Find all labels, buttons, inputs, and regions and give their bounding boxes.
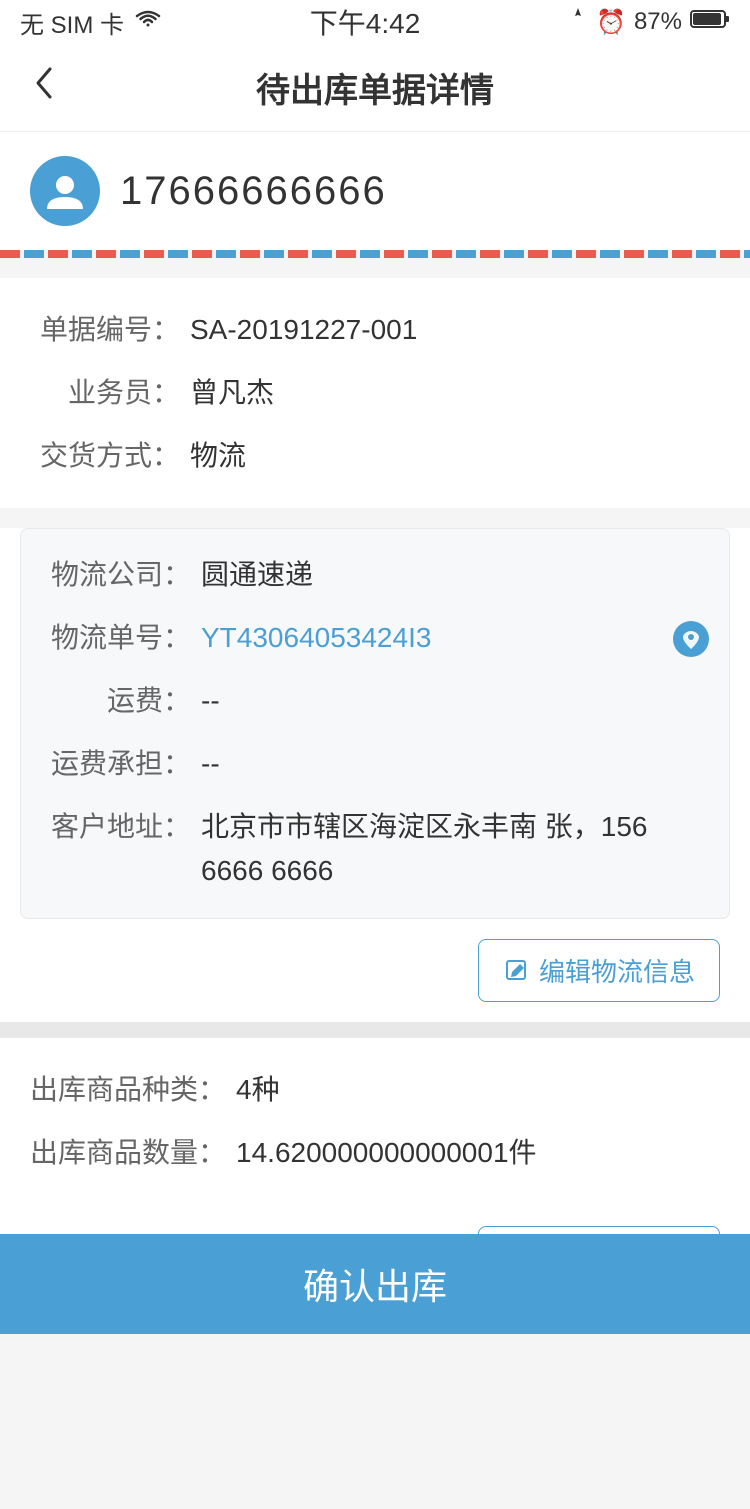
edit-logistics-label: 编辑物流信息 bbox=[539, 952, 695, 989]
salesperson-label: 业务员： bbox=[30, 371, 190, 416]
goods-types-value: 4种 bbox=[236, 1068, 720, 1113]
page-title: 待出库单据详情 bbox=[256, 63, 494, 112]
sim-status: 无 SIM 卡 bbox=[20, 5, 124, 40]
goods-types-row: 出库商品种类： 4种 bbox=[30, 1068, 720, 1113]
goods-section: 出库商品种类： 4种 出库商品数量： 14.620000000000001件 bbox=[0, 1038, 750, 1206]
logistics-card: 物流公司： 圆通速递 物流单号： YT43064053424I3 运费： -- bbox=[20, 528, 730, 919]
goods-quantity-value: 14.620000000000001件 bbox=[236, 1131, 720, 1176]
confirm-button[interactable]: 确认出库 bbox=[0, 1234, 750, 1334]
delivery-method-row: 交货方式： 物流 bbox=[30, 434, 720, 479]
logistics-company-label: 物流公司： bbox=[41, 553, 201, 598]
document-number-value: SA-20191227-001 bbox=[190, 308, 720, 353]
address-label: 客户地址： bbox=[41, 805, 201, 850]
tracking-value-container: YT43064053424I3 bbox=[201, 616, 709, 661]
dashed-divider bbox=[0, 250, 750, 258]
avatar bbox=[30, 156, 100, 226]
empty-space bbox=[0, 1309, 750, 1509]
edit-btn-row: 编辑物流信息 bbox=[0, 919, 750, 1022]
freight-row: 运费： -- bbox=[41, 679, 709, 724]
customer-header: 17666666666 bbox=[0, 132, 750, 250]
basic-info-section: 单据编号： SA-20191227-001 业务员： 曾凡杰 交货方式： 物流 bbox=[0, 278, 750, 508]
goods-types-label: 出库商品种类： bbox=[30, 1068, 236, 1113]
logistics-company-row: 物流公司： 圆通速递 bbox=[41, 553, 709, 598]
status-right: ⏰ 87% bbox=[568, 8, 730, 37]
section-divider bbox=[0, 1022, 750, 1038]
salesperson-row: 业务员： 曾凡杰 bbox=[30, 371, 720, 416]
tracking-value: YT43064053424I3 bbox=[201, 616, 663, 661]
freight-bearer-label: 运费承担： bbox=[41, 742, 201, 787]
freight-bearer-value: -- bbox=[201, 742, 709, 787]
edit-logistics-button[interactable]: 编辑物流信息 bbox=[478, 939, 720, 1002]
address-row: 客户地址： 北京市市辖区海淀区永丰南 张，156 6666 6666 bbox=[41, 805, 709, 895]
freight-label: 运费： bbox=[41, 679, 201, 724]
address-value: 北京市市辖区海淀区永丰南 张，156 6666 6666 bbox=[201, 805, 709, 895]
confirm-button-label: 确认出库 bbox=[303, 1258, 447, 1310]
salesperson-value: 曾凡杰 bbox=[190, 371, 720, 416]
delivery-method-label: 交货方式： bbox=[30, 434, 190, 479]
freight-value: -- bbox=[201, 679, 709, 724]
status-bar: 无 SIM 卡 下午4:42 ⏰ 87% bbox=[0, 0, 750, 44]
goods-quantity-row: 出库商品数量： 14.620000000000001件 bbox=[30, 1131, 720, 1176]
document-number-label: 单据编号： bbox=[30, 308, 190, 353]
status-left: 无 SIM 卡 bbox=[20, 5, 162, 40]
back-button[interactable] bbox=[30, 61, 58, 114]
status-time: 下午4:42 bbox=[310, 2, 421, 42]
delivery-method-value: 物流 bbox=[190, 434, 720, 479]
wifi-icon bbox=[134, 8, 162, 36]
battery-icon bbox=[690, 8, 730, 37]
tracking-location-icon[interactable] bbox=[673, 621, 709, 657]
tracking-row: 物流单号： YT43064053424I3 bbox=[41, 616, 709, 661]
location-status-icon bbox=[568, 8, 588, 37]
alarm-icon: ⏰ bbox=[596, 8, 626, 37]
battery-percent: 87% bbox=[634, 8, 682, 36]
edit-icon bbox=[503, 957, 531, 985]
goods-quantity-label: 出库商品数量： bbox=[30, 1131, 236, 1176]
customer-phone: 17666666666 bbox=[120, 169, 387, 214]
document-number-row: 单据编号： SA-20191227-001 bbox=[30, 308, 720, 353]
freight-bearer-row: 运费承担： -- bbox=[41, 742, 709, 787]
tracking-label: 物流单号： bbox=[41, 616, 201, 661]
nav-bar: 待出库单据详情 bbox=[0, 44, 750, 132]
logistics-company-value: 圆通速递 bbox=[201, 553, 709, 598]
